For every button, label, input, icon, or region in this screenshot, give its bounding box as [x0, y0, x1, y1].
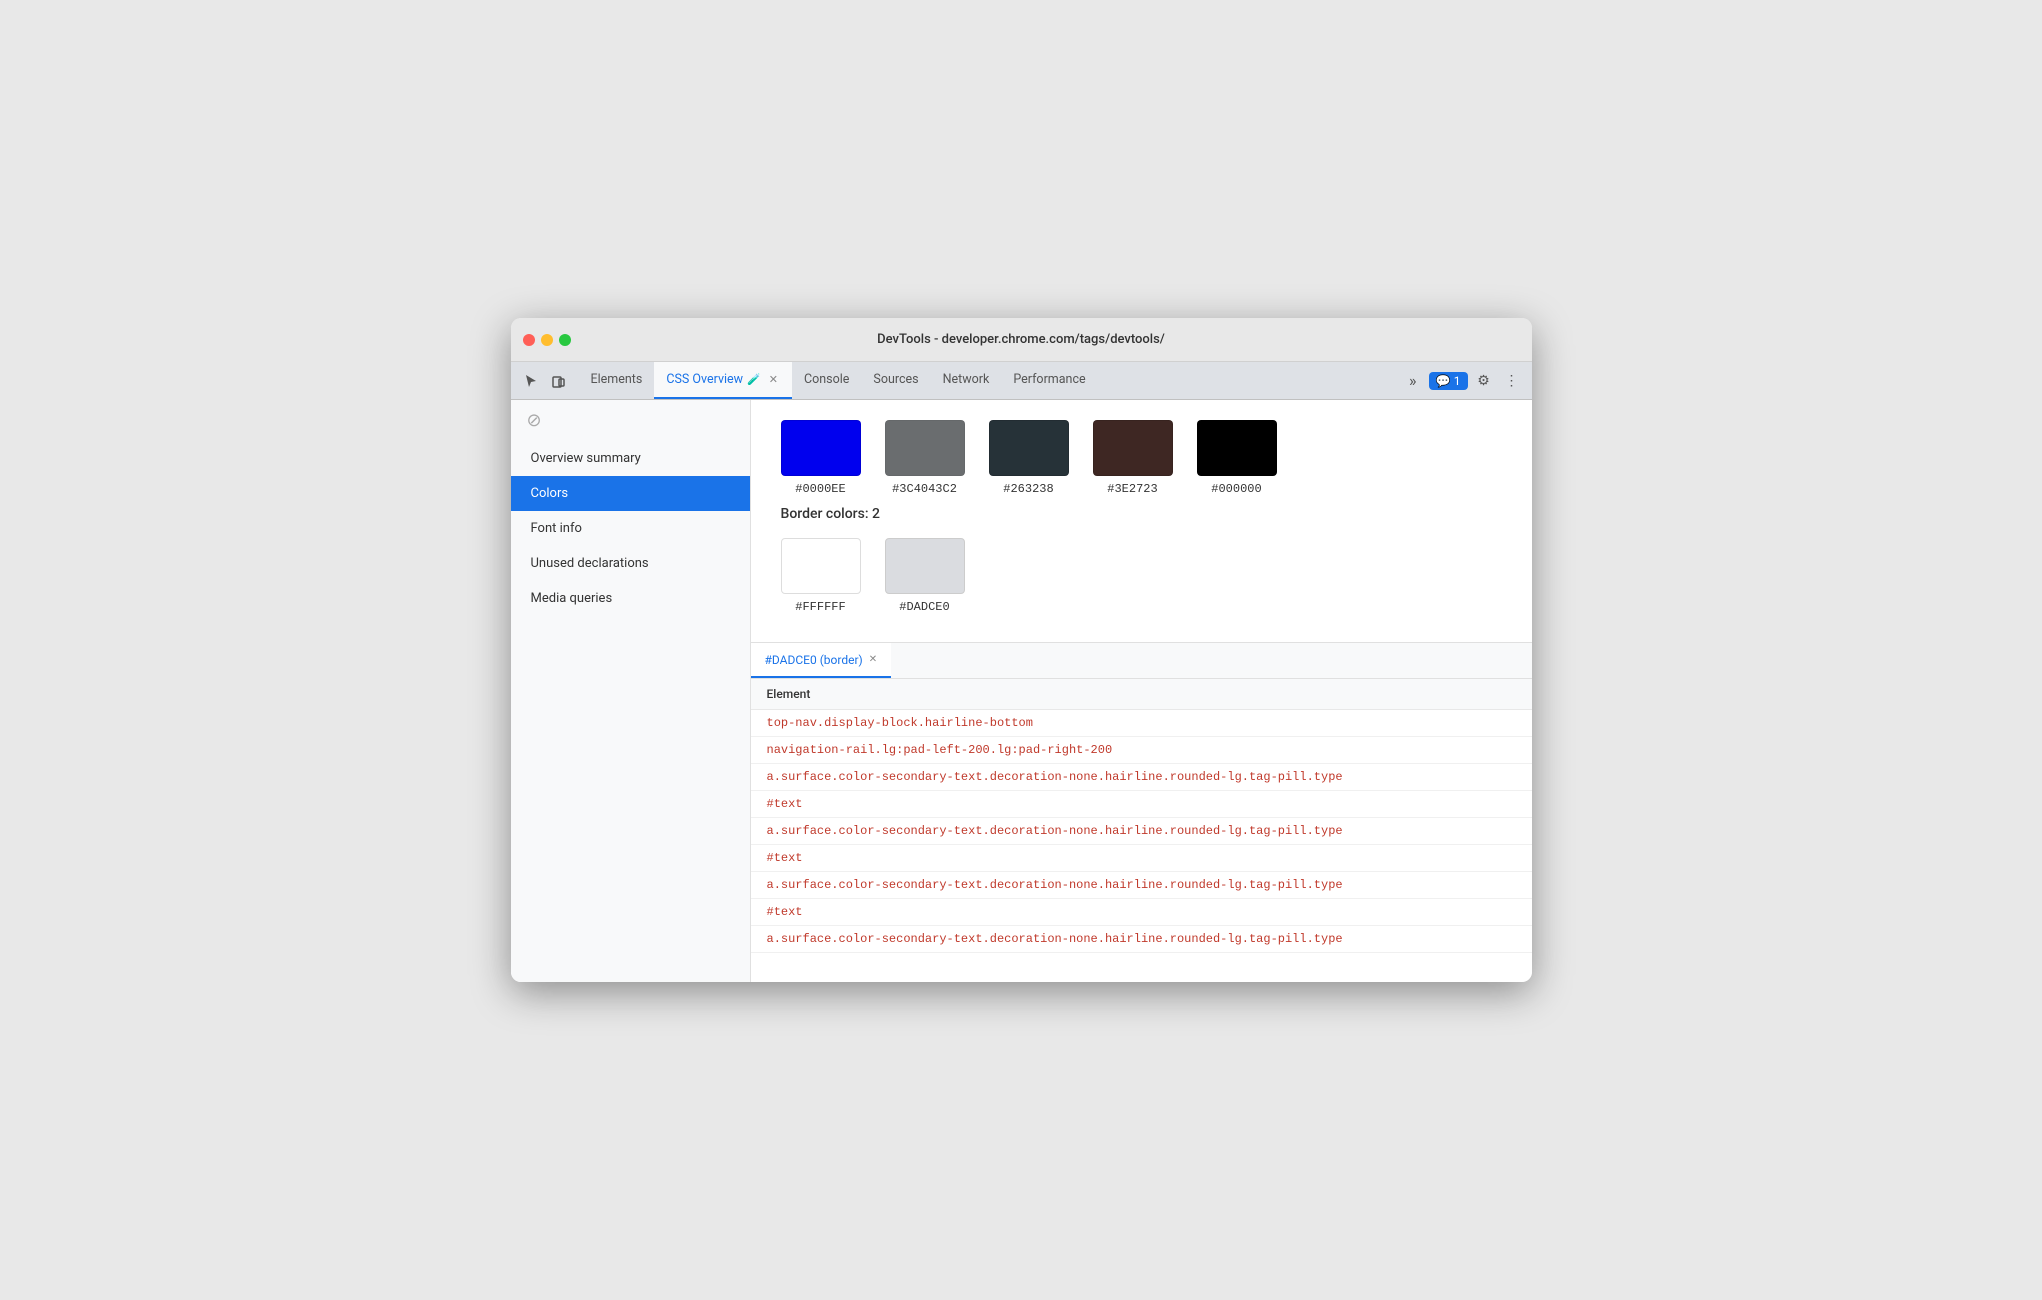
title-bar: DevTools - developer.chrome.com/tags/dev… [511, 318, 1532, 362]
tab-elements-label: Elements [591, 372, 643, 387]
color-swatch-2[interactable] [989, 420, 1069, 476]
color-item-2: #263238 [989, 420, 1069, 496]
border-colors-title: Border colors: 2 [781, 506, 1502, 522]
element-row-4[interactable]: a.surface.color-secondary-text.decoratio… [751, 818, 1532, 845]
color-detail-panel: #DADCE0 (border) ✕ Element top-nav.displ… [751, 642, 1532, 982]
tab-performance[interactable]: Performance [1001, 362, 1097, 399]
color-detail-tab[interactable]: #DADCE0 (border) ✕ [751, 643, 892, 678]
window-title: DevTools - developer.chrome.com/tags/dev… [877, 332, 1165, 347]
tab-bar: Elements CSS Overview 🧪 ✕ Console Source… [511, 362, 1532, 400]
elements-table: Element top-nav.display-block.hairline-b… [751, 679, 1532, 982]
element-row-1[interactable]: navigation-rail.lg:pad-left-200.lg:pad-r… [751, 737, 1532, 764]
color-label-1: #3C4043C2 [892, 482, 957, 496]
color-swatch-3[interactable] [1093, 420, 1173, 476]
close-button[interactable] [523, 334, 535, 346]
sidebar-font-label: Font info [531, 521, 582, 536]
border-label-0: #FFFFFF [795, 600, 845, 614]
comment-badge[interactable]: 💬 1 [1429, 372, 1468, 390]
sidebar: ⊘ Overview summary Colors Font info Unus… [511, 400, 751, 982]
tab-elements[interactable]: Elements [579, 362, 655, 399]
devtools-window: DevTools - developer.chrome.com/tags/dev… [511, 318, 1532, 982]
color-label-2: #263238 [1003, 482, 1053, 496]
traffic-lights [523, 334, 571, 346]
maximize-button[interactable] [559, 334, 571, 346]
experiment-icon: 🧪 [747, 373, 761, 386]
more-tabs-button[interactable]: » [1401, 369, 1425, 393]
tab-css-overview-label: CSS Overview [666, 372, 743, 387]
element-row-0[interactable]: top-nav.display-block.hairline-bottom [751, 710, 1532, 737]
border-color-swatches: #FFFFFF #DADCE0 [781, 538, 1502, 614]
panel-content: #0000EE #3C4043C2 #263238 #3E2723 [751, 400, 1532, 982]
border-label-1: #DADCE0 [899, 600, 949, 614]
border-color-item-0: #FFFFFF [781, 538, 861, 614]
color-swatch-4[interactable] [1197, 420, 1277, 476]
tab-css-overview[interactable]: CSS Overview 🧪 ✕ [654, 362, 792, 399]
comment-count: 1 [1454, 374, 1461, 388]
sidebar-item-unused-declarations[interactable]: Unused declarations [511, 546, 750, 581]
tab-sources[interactable]: Sources [861, 362, 930, 399]
border-swatch-1[interactable] [885, 538, 965, 594]
color-item-4: #000000 [1197, 420, 1277, 496]
sidebar-unused-label: Unused declarations [531, 556, 649, 571]
elements-table-header: Element [751, 679, 1532, 710]
element-row-2[interactable]: a.surface.color-secondary-text.decoratio… [751, 764, 1532, 791]
devtools-controls [519, 362, 571, 399]
color-swatch-0[interactable] [781, 420, 861, 476]
color-swatch-1[interactable] [885, 420, 965, 476]
tab-console-label: Console [804, 372, 849, 387]
color-detail-tab-label: #DADCE0 (border) [765, 653, 863, 667]
tab-css-overview-close[interactable]: ✕ [767, 372, 780, 387]
border-swatch-0[interactable] [781, 538, 861, 594]
comment-icon: 💬 [1436, 374, 1451, 388]
sidebar-colors-label: Colors [531, 486, 569, 501]
colors-panel: #0000EE #3C4043C2 #263238 #3E2723 [751, 400, 1532, 642]
more-options-button[interactable]: ⋮ [1500, 369, 1524, 393]
element-row-7[interactable]: #text [751, 899, 1532, 926]
cursor-icon[interactable] [519, 369, 543, 393]
tab-bar-right: » 💬 1 ⚙ ⋮ [1401, 362, 1524, 399]
tab-network[interactable]: Network [931, 362, 1002, 399]
color-detail-tab-close[interactable]: ✕ [869, 654, 877, 665]
top-color-swatches: #0000EE #3C4043C2 #263238 #3E2723 [781, 420, 1502, 496]
color-item-1: #3C4043C2 [885, 420, 965, 496]
sidebar-item-font-info[interactable]: Font info [511, 511, 750, 546]
sidebar-item-overview-summary[interactable]: Overview summary [511, 441, 750, 476]
tab-network-label: Network [943, 372, 990, 387]
element-row-3[interactable]: #text [751, 791, 1532, 818]
blocked-icon: ⊘ [511, 400, 750, 441]
sidebar-media-label: Media queries [531, 591, 613, 606]
main-content: ⊘ Overview summary Colors Font info Unus… [511, 400, 1532, 982]
element-row-8[interactable]: a.surface.color-secondary-text.decoratio… [751, 926, 1532, 953]
color-label-3: #3E2723 [1107, 482, 1157, 496]
color-detail-tabs: #DADCE0 (border) ✕ [751, 643, 1532, 679]
color-item-3: #3E2723 [1093, 420, 1173, 496]
minimize-button[interactable] [541, 334, 553, 346]
tab-console[interactable]: Console [792, 362, 861, 399]
element-row-6[interactable]: a.surface.color-secondary-text.decoratio… [751, 872, 1532, 899]
tab-performance-label: Performance [1013, 372, 1085, 387]
color-label-0: #0000EE [795, 482, 845, 496]
sidebar-item-colors[interactable]: Colors [511, 476, 750, 511]
sidebar-overview-label: Overview summary [531, 451, 641, 466]
settings-button[interactable]: ⚙ [1472, 369, 1496, 393]
tab-sources-label: Sources [873, 372, 918, 387]
border-color-item-1: #DADCE0 [885, 538, 965, 614]
color-item-0: #0000EE [781, 420, 861, 496]
element-row-5[interactable]: #text [751, 845, 1532, 872]
sidebar-item-media-queries[interactable]: Media queries [511, 581, 750, 616]
device-toolbar-icon[interactable] [547, 369, 571, 393]
color-label-4: #000000 [1211, 482, 1261, 496]
